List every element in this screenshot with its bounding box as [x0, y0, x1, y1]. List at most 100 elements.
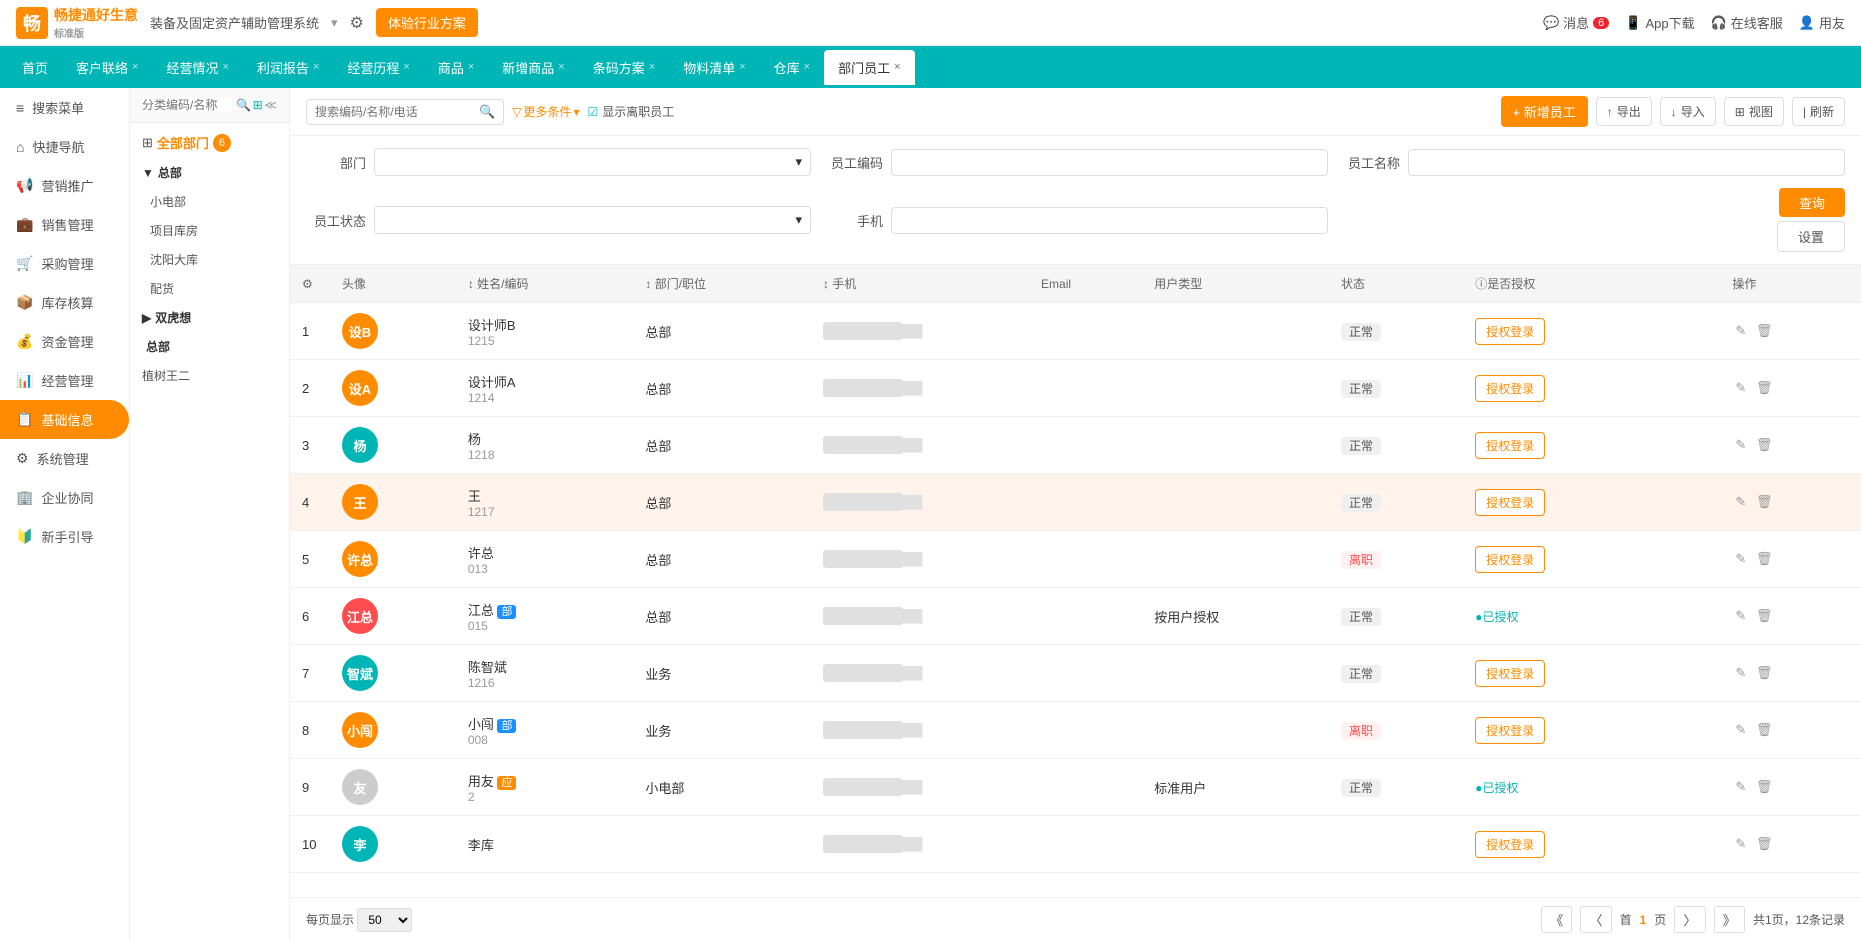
- close-icon[interactable]: ×: [649, 61, 655, 73]
- add-employee-button[interactable]: + 新增员工: [1501, 96, 1588, 127]
- delete-button[interactable]: 🗑: [1756, 380, 1773, 395]
- col-dept[interactable]: ↕ 部门/职位: [633, 265, 811, 303]
- per-page-select[interactable]: 50 100: [357, 908, 412, 932]
- edit-button[interactable]: ✎: [1735, 836, 1746, 851]
- delete-button[interactable]: 🗑: [1756, 722, 1773, 737]
- edit-button[interactable]: ✎: [1735, 608, 1746, 623]
- reset-button[interactable]: 设置: [1777, 221, 1845, 252]
- auth-login-button[interactable]: 授权登录: [1475, 318, 1545, 345]
- delete-button[interactable]: 🗑: [1756, 608, 1773, 623]
- auth-login-button[interactable]: 授权登录: [1475, 546, 1545, 573]
- sidebar-item-guide[interactable]: 🔰 新手引导: [0, 517, 129, 556]
- tab-barcode[interactable]: 条码方案 ×: [579, 50, 669, 85]
- edit-button[interactable]: ✎: [1735, 380, 1746, 395]
- sidebar-item-quick-nav[interactable]: ⌂ 快捷导航: [0, 127, 129, 166]
- show-resigned-toggle[interactable]: ☑ 显示离职员工: [587, 103, 674, 120]
- auth-login-button[interactable]: 授权登录: [1475, 375, 1545, 402]
- edit-button[interactable]: ✎: [1735, 665, 1746, 680]
- phone-filter-input[interactable]: [891, 207, 1328, 234]
- tab-warehouse[interactable]: 仓库 ×: [760, 50, 824, 85]
- name-filter-input[interactable]: [1408, 149, 1845, 176]
- dept-item-shuanghu[interactable]: ▶ 双虎想: [130, 303, 289, 332]
- tab-goods[interactable]: 商品 ×: [424, 50, 488, 85]
- dept-filter-select[interactable]: ▾: [374, 148, 811, 176]
- dept-item-xiaodian[interactable]: 小电部: [130, 187, 289, 216]
- message-button[interactable]: 💬 消息 6: [1543, 13, 1609, 32]
- edit-button[interactable]: ✎: [1735, 437, 1746, 452]
- sidebar-item-enterprise[interactable]: 🏢 企业协同: [0, 478, 129, 517]
- auth-login-button[interactable]: 授权登录: [1475, 489, 1545, 516]
- col-settings[interactable]: ⚙: [290, 265, 330, 303]
- tab-bom[interactable]: 物料清单 ×: [669, 50, 759, 85]
- dept-item-zhishu[interactable]: 植树王二: [130, 361, 289, 390]
- trial-button[interactable]: 体验行业方案: [376, 8, 478, 37]
- sidebar-item-operation[interactable]: 📊 经营管理: [0, 361, 129, 400]
- settings-icon[interactable]: ⚙: [350, 13, 364, 33]
- tab-customer[interactable]: 客户联络 ×: [62, 50, 152, 85]
- close-icon[interactable]: ×: [804, 61, 810, 73]
- close-icon[interactable]: ×: [558, 61, 564, 73]
- sidebar-item-marketing[interactable]: 📢 营销推广: [0, 166, 129, 205]
- sidebar-item-search[interactable]: ≡ 搜索菜单: [0, 88, 129, 127]
- export-button[interactable]: ↑ 导出: [1596, 97, 1652, 126]
- auth-login-button[interactable]: 授权登录: [1475, 831, 1545, 858]
- sidebar-item-inventory[interactable]: 📦 库存核算: [0, 283, 129, 322]
- sidebar-item-purchase[interactable]: 🛒 采购管理: [0, 244, 129, 283]
- col-phone[interactable]: ↕ 手机: [811, 265, 1029, 303]
- sidebar-item-basic-info[interactable]: 📋 基础信息: [0, 400, 129, 439]
- edit-button[interactable]: ✎: [1735, 323, 1746, 338]
- online-service-button[interactable]: 🎧 在线客服: [1711, 13, 1783, 32]
- user-button[interactable]: 👤 用友: [1799, 13, 1845, 32]
- edit-button[interactable]: ✎: [1735, 779, 1746, 794]
- search-icon[interactable]: 🔍: [479, 104, 495, 120]
- close-icon[interactable]: ×: [132, 61, 138, 73]
- delete-button[interactable]: 🗑: [1756, 551, 1773, 566]
- sidebar-item-sales[interactable]: 💼 销售管理: [0, 205, 129, 244]
- first-page-button[interactable]: 《: [1541, 906, 1572, 933]
- delete-button[interactable]: 🗑: [1756, 494, 1773, 509]
- dept-item-project[interactable]: 项目库房: [130, 216, 289, 245]
- dept-item-shenyang[interactable]: 沈阳大库: [130, 245, 289, 274]
- dept-expand-icon[interactable]: ⊞: [253, 98, 263, 112]
- delete-button[interactable]: 🗑: [1756, 779, 1773, 794]
- dept-item-peihuo[interactable]: 配货: [130, 274, 289, 303]
- tab-home[interactable]: 首页: [8, 50, 62, 85]
- tab-profit[interactable]: 利润报告 ×: [243, 50, 333, 85]
- tab-process[interactable]: 经营历程 ×: [333, 50, 423, 85]
- dept-item-zongbu2[interactable]: 总部: [130, 332, 289, 361]
- auth-login-button[interactable]: 授权登录: [1475, 717, 1545, 744]
- delete-button[interactable]: 🗑: [1756, 665, 1773, 680]
- dept-item-zongbu[interactable]: ▼ 总部: [130, 158, 289, 187]
- close-icon[interactable]: ×: [313, 61, 319, 73]
- dept-search-icon[interactable]: 🔍: [236, 98, 251, 112]
- query-button[interactable]: 查询: [1779, 188, 1845, 217]
- delete-button[interactable]: 🗑: [1756, 836, 1773, 851]
- tab-operation[interactable]: 经营情况 ×: [152, 50, 242, 85]
- close-icon[interactable]: ×: [739, 61, 745, 73]
- print-button[interactable]: | 刷新: [1792, 97, 1845, 126]
- system-dropdown-icon[interactable]: ▾: [331, 15, 338, 31]
- auth-login-button[interactable]: 授权登录: [1475, 432, 1545, 459]
- edit-button[interactable]: ✎: [1735, 551, 1746, 566]
- status-filter-select[interactable]: ▾: [374, 206, 811, 234]
- close-icon[interactable]: ×: [894, 61, 900, 73]
- sidebar-item-system[interactable]: ⚙ 系统管理: [0, 439, 129, 478]
- view-button[interactable]: ⊞ 视图: [1724, 97, 1784, 126]
- edit-button[interactable]: ✎: [1735, 722, 1746, 737]
- last-page-button[interactable]: 》: [1714, 906, 1745, 933]
- close-icon[interactable]: ×: [222, 61, 228, 73]
- auth-login-button[interactable]: 授权登录: [1475, 660, 1545, 687]
- dept-search-input[interactable]: [142, 98, 232, 112]
- delete-button[interactable]: 🗑: [1756, 323, 1773, 338]
- close-icon[interactable]: ×: [468, 61, 474, 73]
- dept-collapse-icon[interactable]: ≪: [264, 98, 277, 112]
- next-page-button[interactable]: 〉: [1674, 906, 1705, 933]
- tab-add-goods[interactable]: 新增商品 ×: [488, 50, 578, 85]
- col-name[interactable]: ↕ 姓名/编码: [456, 265, 634, 303]
- prev-page-button[interactable]: 〈: [1580, 906, 1611, 933]
- more-filter-button[interactable]: ▽ 更多条件 ▾: [512, 103, 579, 120]
- all-dept-item[interactable]: ⊞ 全部部门 6: [130, 127, 289, 158]
- sidebar-item-finance[interactable]: 💰 资金管理: [0, 322, 129, 361]
- app-download-button[interactable]: 📱 App下载: [1625, 13, 1694, 32]
- delete-button[interactable]: 🗑: [1756, 437, 1773, 452]
